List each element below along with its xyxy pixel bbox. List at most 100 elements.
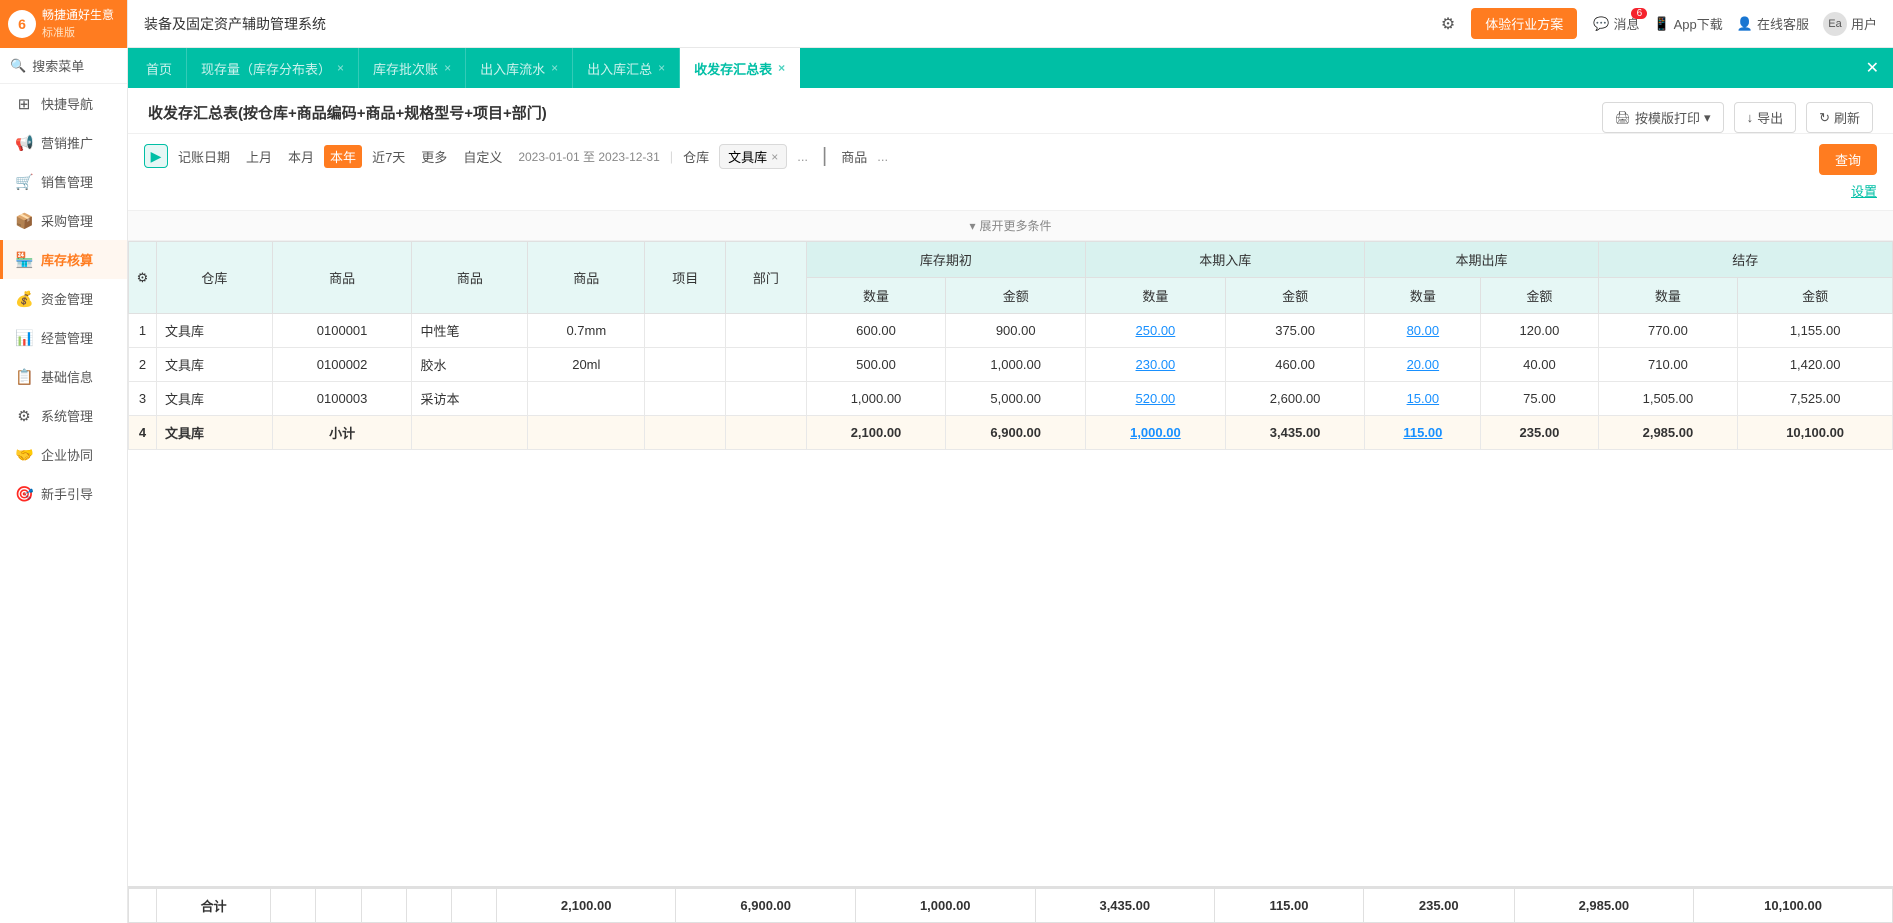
recent7-btn[interactable]: 近7天 bbox=[366, 145, 411, 168]
tab-batch-ledger[interactable]: 库存批次账 × bbox=[359, 48, 466, 88]
tab-recv-send-close[interactable]: × bbox=[778, 61, 785, 75]
row3-open-amt: 5,000.00 bbox=[946, 382, 1086, 416]
date-btn-group: 上月 本月 本年 近7天 更多 自定义 bbox=[240, 145, 508, 168]
row3-close-amt: 7,525.00 bbox=[1738, 382, 1893, 416]
refresh-button[interactable]: ↻ 刷新 bbox=[1806, 102, 1873, 133]
user-item[interactable]: Ea 用户 bbox=[1823, 12, 1877, 36]
sales-icon: 🛒 bbox=[15, 173, 33, 191]
app-download-item[interactable]: 📱 App下载 bbox=[1653, 14, 1722, 33]
expand-more-row[interactable]: ▾ 展开更多条件 bbox=[128, 211, 1893, 241]
main-area: 装备及固定资产辅助管理系统 ⚙ 体验行业方案 💬 消息 6 📱 App下载 👤 … bbox=[128, 0, 1893, 923]
goods-more[interactable]: ... bbox=[877, 149, 888, 164]
row2-in-qty[interactable]: 230.00 bbox=[1086, 348, 1226, 382]
search-menu[interactable]: 🔍 搜索菜单 bbox=[0, 48, 127, 84]
data-table-container: ⚙ 仓库 商品 商品 商品 项目 部门 库存期初 本期入库 本期出库 结存 bbox=[128, 241, 1893, 886]
message-item[interactable]: 💬 消息 6 bbox=[1593, 14, 1639, 33]
col-open-amt-header: 金额 bbox=[946, 278, 1086, 314]
this-year-btn[interactable]: 本年 bbox=[324, 145, 362, 168]
operation-icon: 📊 bbox=[15, 329, 33, 347]
col-settings[interactable]: ⚙ bbox=[129, 242, 157, 314]
service-item[interactable]: 👤 在线客服 bbox=[1737, 14, 1809, 33]
sidebar-item-basic[interactable]: 📋 基础信息 bbox=[0, 357, 127, 396]
sidebar-item-label: 营销推广 bbox=[41, 133, 93, 152]
tab-recv-send[interactable]: 收发存汇总表 × bbox=[680, 48, 800, 88]
tab-stock-dist-label: 现存量（库存分布表） bbox=[201, 59, 331, 78]
subtotal-in-qty[interactable]: 1,000.00 bbox=[1086, 416, 1226, 450]
tab-home-label: 首页 bbox=[146, 59, 172, 78]
col-close-qty-header: 数量 bbox=[1598, 278, 1738, 314]
warehouse-more[interactable]: ... bbox=[797, 149, 808, 164]
row3-goods-code: 0100003 bbox=[272, 382, 412, 416]
filter-toggle-button[interactable]: ▶ bbox=[144, 144, 168, 168]
tab-bar-close[interactable]: ✕ bbox=[1856, 58, 1889, 78]
row1-in-qty[interactable]: 250.00 bbox=[1086, 314, 1226, 348]
tab-batch-ledger-close[interactable]: × bbox=[444, 61, 451, 75]
row2-out-amt: 40.00 bbox=[1481, 348, 1598, 382]
more-btn[interactable]: 更多 bbox=[415, 145, 453, 168]
sidebar-item-operation[interactable]: 📊 经营管理 bbox=[0, 318, 127, 357]
row2-open-amt: 1,000.00 bbox=[946, 348, 1086, 382]
sidebar-item-finance[interactable]: 💰 资金管理 bbox=[0, 279, 127, 318]
row2-out-qty[interactable]: 20.00 bbox=[1365, 348, 1481, 382]
row1-close-amt: 1,155.00 bbox=[1738, 314, 1893, 348]
tab-stock-dist[interactable]: 现存量（库存分布表） × bbox=[187, 48, 359, 88]
row2-close-qty: 710.00 bbox=[1598, 348, 1738, 382]
col-goods-spec-header: 商品 bbox=[528, 242, 645, 314]
sidebar-item-marketing[interactable]: 📢 营销推广 bbox=[0, 123, 127, 162]
sidebar-item-label: 销售管理 bbox=[41, 172, 93, 191]
tab-inout-flow-close[interactable]: × bbox=[551, 61, 558, 75]
tab-home[interactable]: 首页 bbox=[132, 48, 187, 88]
row3-in-qty[interactable]: 520.00 bbox=[1086, 382, 1226, 416]
col-settings-icon: ⚙ bbox=[137, 270, 149, 285]
print-icon: 🖨 bbox=[1615, 110, 1632, 126]
settings-link[interactable]: 设置 bbox=[1851, 181, 1877, 200]
this-month-btn[interactable]: 本月 bbox=[282, 145, 320, 168]
sidebar-item-quick-nav[interactable]: ⊞ 快捷导航 bbox=[0, 84, 127, 123]
tab-inout-flow[interactable]: 出入库流水 × bbox=[466, 48, 573, 88]
export-button[interactable]: ↓ 导出 bbox=[1734, 102, 1797, 133]
row2-warehouse: 文具库 bbox=[157, 348, 273, 382]
sidebar-item-system[interactable]: ⚙ 系统管理 bbox=[0, 396, 127, 435]
sidebar-item-sales[interactable]: 🛒 销售管理 bbox=[0, 162, 127, 201]
row3-goods-name: 采访本 bbox=[412, 382, 528, 416]
col-open-qty-header: 数量 bbox=[806, 278, 946, 314]
warehouse-tag-close[interactable]: × bbox=[771, 150, 778, 164]
system-title: 装备及固定资产辅助管理系统 bbox=[144, 14, 1425, 34]
tab-stock-dist-close[interactable]: × bbox=[337, 61, 344, 75]
sidebar-item-inventory[interactable]: 🏪 库存核算 bbox=[0, 240, 127, 279]
logo-edition: 标准版 bbox=[42, 24, 114, 40]
sidebar-item-guide[interactable]: 🎯 新手引导 bbox=[0, 474, 127, 513]
sidebar-item-label: 库存核算 bbox=[41, 250, 93, 269]
subtotal-open-qty: 2,100.00 bbox=[806, 416, 946, 450]
gear-button[interactable]: ⚙ bbox=[1441, 14, 1455, 34]
header-icon-group: 💬 消息 6 📱 App下载 👤 在线客服 Ea 用户 bbox=[1593, 12, 1877, 36]
export-icon: ↓ bbox=[1747, 110, 1754, 125]
sidebar-item-enterprise[interactable]: 🤝 企业协同 bbox=[0, 435, 127, 474]
subtotal-out-amt: 235.00 bbox=[1481, 416, 1598, 450]
filter-bar: ▶ 记账日期 上月 本月 本年 近7天 更多 自定义 2023-01-01 至 … bbox=[128, 134, 1893, 211]
subtotal-close-amt: 10,100.00 bbox=[1738, 416, 1893, 450]
custom-btn[interactable]: 自定义 bbox=[457, 145, 508, 168]
prev-month-btn[interactable]: 上月 bbox=[240, 145, 278, 168]
row1-no: 1 bbox=[129, 314, 157, 348]
tab-batch-ledger-label: 库存批次账 bbox=[373, 59, 438, 78]
tab-bar: 首页 现存量（库存分布表） × 库存批次账 × 出入库流水 × 出入库汇总 × … bbox=[128, 48, 1893, 88]
date-range-text: 2023-01-01 至 2023-12-31 bbox=[518, 148, 659, 165]
subtotal-out-qty[interactable]: 115.00 bbox=[1365, 416, 1481, 450]
row3-out-qty[interactable]: 15.00 bbox=[1365, 382, 1481, 416]
service-label: 在线客服 bbox=[1757, 14, 1809, 33]
query-button[interactable]: 查询 bbox=[1819, 144, 1877, 175]
tab-inout-summary[interactable]: 出入库汇总 × bbox=[573, 48, 680, 88]
app-label: App下载 bbox=[1674, 14, 1723, 33]
total-open-amt: 6,900.00 bbox=[676, 889, 856, 923]
table-row: 2 文具库 0100002 胶水 20ml 500.00 1,000.00 23… bbox=[129, 348, 1893, 382]
subtotal-open-amt: 6,900.00 bbox=[946, 416, 1086, 450]
sidebar-item-purchase[interactable]: 📦 采购管理 bbox=[0, 201, 127, 240]
row2-goods-code: 0100002 bbox=[272, 348, 412, 382]
total-in-qty: 1,000.00 bbox=[855, 889, 1035, 923]
sidebar-logo: 6 畅捷通好生意 标准版 bbox=[0, 0, 127, 48]
print-button[interactable]: 🖨 按模版打印 ▾ bbox=[1602, 102, 1724, 133]
trial-button[interactable]: 体验行业方案 bbox=[1471, 8, 1577, 39]
row1-out-qty[interactable]: 80.00 bbox=[1365, 314, 1481, 348]
tab-inout-summary-close[interactable]: × bbox=[658, 61, 665, 75]
